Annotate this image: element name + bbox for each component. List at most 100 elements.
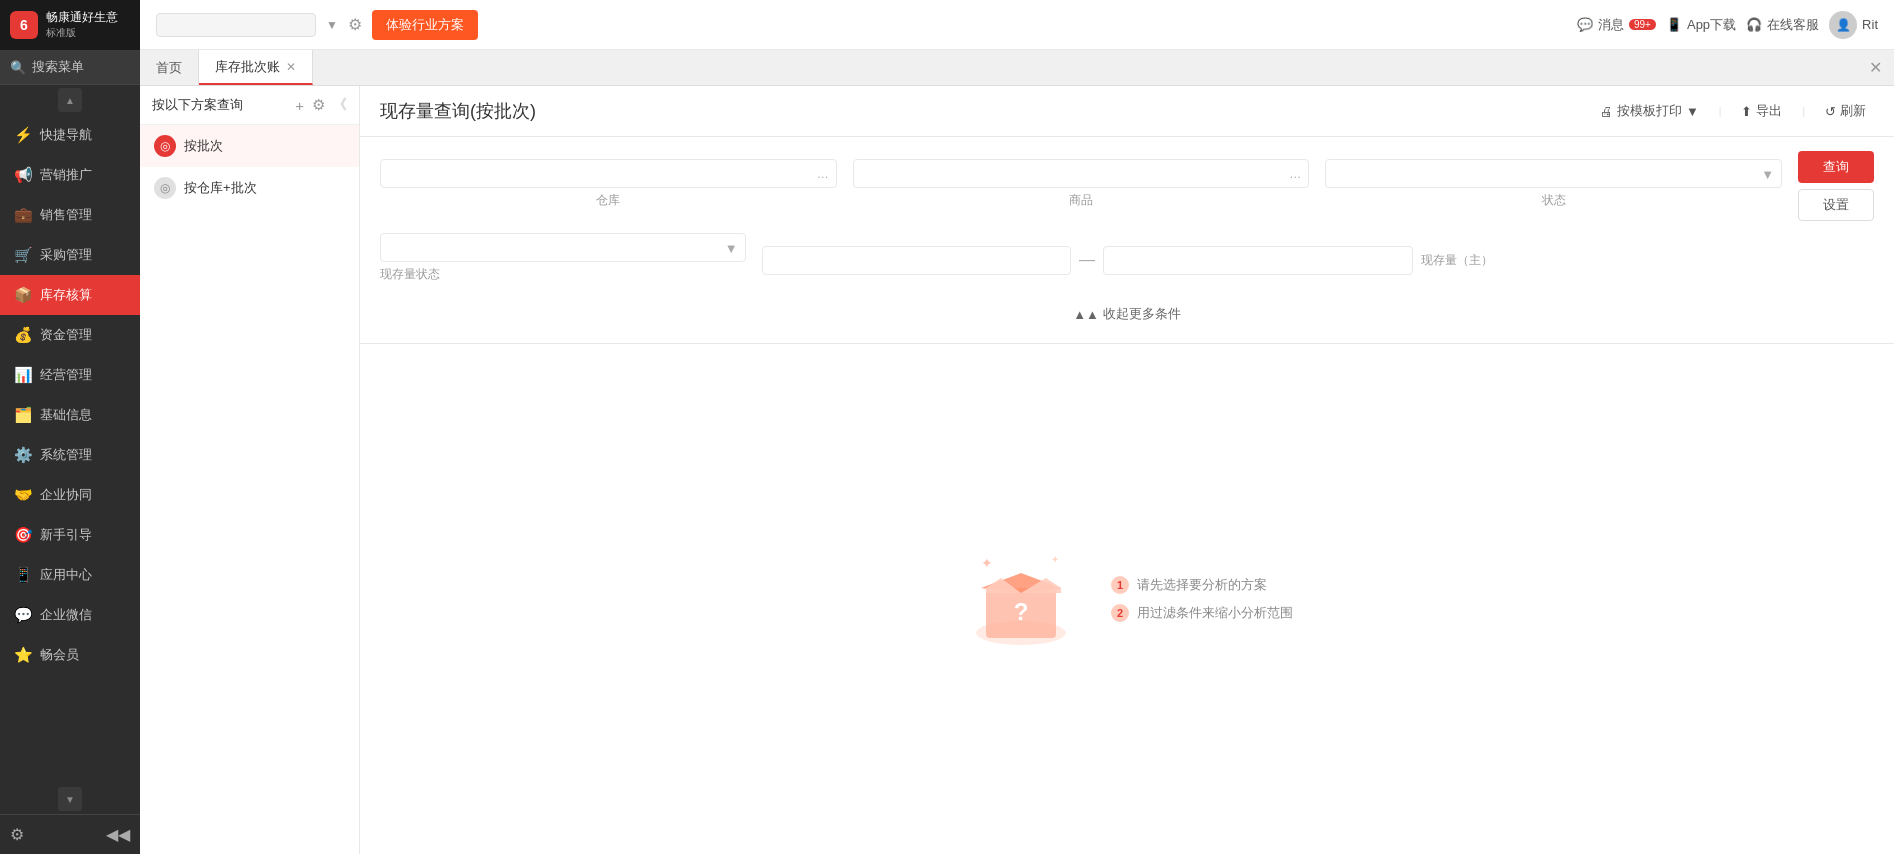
plan-icon-gray: ◎ (154, 177, 176, 199)
sidebar-item-inventory[interactable]: 📦 库存核算 (0, 275, 140, 315)
message-action[interactable]: 💬 消息 99+ (1577, 16, 1656, 34)
goods-ellipsis-icon[interactable]: … (1289, 167, 1301, 181)
sidebar-item-app-center[interactable]: 📱 应用中心 (0, 555, 140, 595)
sidebar-item-vip[interactable]: ⭐ 畅会员 (0, 635, 140, 675)
enterprise-wechat-icon: 💬 (14, 606, 32, 624)
goods-input[interactable] (853, 159, 1310, 188)
app-subtitle: 标准版 (46, 26, 118, 40)
stock-status-select-wrapper: 全部 有库存 无库存 ▼ (380, 233, 746, 262)
topbar-chevron-icon[interactable]: ▼ (326, 18, 338, 32)
print-label: 按模板打印 (1617, 102, 1682, 120)
online-service-label: 在线客服 (1767, 16, 1819, 34)
page-close-button[interactable]: ✕ (1857, 58, 1894, 77)
trial-btn[interactable]: 体验行业方案 (372, 10, 478, 40)
sidebar-label: 企业协同 (40, 486, 92, 504)
topbar-gear-icon[interactable]: ⚙ (348, 15, 362, 34)
collapse-label: 收起更多条件 (1103, 305, 1181, 323)
headset-icon: 🎧 (1746, 17, 1762, 32)
sidebar-label: 新手引导 (40, 526, 92, 544)
tab-batch-account-label: 库存批次账 (215, 58, 280, 76)
print-chevron-icon: ▼ (1686, 104, 1699, 119)
settings-button[interactable]: 设置 (1798, 189, 1874, 221)
online-service-action[interactable]: 🎧 在线客服 (1746, 16, 1819, 34)
tab-home-label: 首页 (156, 59, 182, 77)
user-avatar-area[interactable]: 👤 Rit (1829, 11, 1878, 39)
print-button[interactable]: 🖨 按模板打印 ▼ (1592, 98, 1707, 124)
sidebar-label: 系统管理 (40, 446, 92, 464)
sidebar-label: 应用中心 (40, 566, 92, 584)
main-area: ▼ ⚙ 体验行业方案 💬 消息 99+ 📱 App下载 🎧 在线客服 👤 Rit… (140, 0, 1894, 854)
stock-quantity-range: — 现存量（主） (762, 246, 1493, 275)
warehouse-field: … 仓库 (380, 159, 837, 213)
empty-step-1: 1 请先选择要分析的方案 (1111, 576, 1293, 594)
filter-area: … 仓库 … 商品 (360, 137, 1894, 344)
sidebar-item-finance[interactable]: 💰 资金管理 (0, 315, 140, 355)
collapse-panel-icon[interactable]: 《 (333, 96, 347, 114)
plan-item-by-warehouse-batch[interactable]: ◎ 按仓库+批次 (140, 167, 359, 209)
sidebar-header: 6 畅康通好生意 标准版 (0, 0, 140, 50)
stock-qty-to-field (1103, 246, 1413, 275)
stock-status-select[interactable]: 全部 有库存 无库存 (380, 233, 746, 262)
divider2: | (1802, 106, 1805, 117)
sidebar-item-sales[interactable]: 💼 销售管理 (0, 195, 140, 235)
export-button[interactable]: ⬆ 导出 (1733, 98, 1790, 124)
operation-icon: 📊 (14, 366, 32, 384)
page-header: 现存量查询(按批次) 🖨 按模板打印 ▼ | ⬆ 导出 | ↺ (360, 86, 1894, 137)
divider: | (1719, 106, 1722, 117)
status-select[interactable]: 全部 正常 锁定 (1325, 159, 1782, 188)
refresh-button[interactable]: ↺ 刷新 (1817, 98, 1874, 124)
search-menu[interactable]: 🔍 搜索菜单 (0, 50, 140, 85)
quick-nav-icon: ⚡ (14, 126, 32, 144)
page-title: 现存量查询(按批次) (380, 99, 536, 123)
settings-icon[interactable]: ⚙ (10, 825, 24, 844)
plan-settings-icon[interactable]: ⚙ (312, 96, 325, 114)
collapse-more-button[interactable]: ▲▲ 收起更多条件 (380, 299, 1874, 329)
sidebar-item-system[interactable]: ⚙️ 系统管理 (0, 435, 140, 475)
stock-qty-from-input[interactable] (762, 246, 1072, 275)
sidebar-item-enterprise-wechat[interactable]: 💬 企业微信 (0, 595, 140, 635)
finance-icon: 💰 (14, 326, 32, 344)
print-icon: 🖨 (1600, 104, 1613, 119)
step-number-1: 1 (1111, 576, 1129, 594)
svg-text:?: ? (1014, 598, 1029, 625)
app-download-action[interactable]: 📱 App下载 (1666, 16, 1736, 34)
app-download-icon: 📱 (1666, 17, 1682, 32)
left-panel: 按以下方案查询 + ⚙ 《 ◎ 按批次 ◎ 按仓库+批次 (140, 86, 360, 854)
sidebar-item-purchase[interactable]: 🛒 采购管理 (0, 235, 140, 275)
topbar-search-input[interactable] (156, 13, 316, 37)
add-plan-icon[interactable]: + (295, 97, 304, 114)
content-area: 按以下方案查询 + ⚙ 《 ◎ 按批次 ◎ 按仓库+批次 (140, 86, 1894, 854)
sidebar-label: 库存核算 (40, 286, 92, 304)
sidebar-label: 采购管理 (40, 246, 92, 264)
stock-status-field: 全部 有库存 无库存 ▼ 现存量状态 (380, 233, 746, 287)
plan-item-by-batch[interactable]: ◎ 按批次 (140, 125, 359, 167)
stock-qty-from-field (762, 246, 1072, 275)
sidebar-item-enterprise[interactable]: 🤝 企业协同 (0, 475, 140, 515)
page-header-actions: 🖨 按模板打印 ▼ | ⬆ 导出 | ↺ 刷新 (1592, 98, 1874, 124)
search-menu-label: 搜索菜单 (32, 58, 84, 76)
warehouse-input[interactable] (380, 159, 837, 188)
message-badge: 99+ (1629, 19, 1656, 30)
sidebar-label: 畅会员 (40, 646, 79, 664)
tab-close-icon[interactable]: ✕ (286, 60, 296, 74)
scroll-down-button[interactable]: ▼ (58, 787, 82, 811)
purchase-icon: 🛒 (14, 246, 32, 264)
sidebar-item-quick-nav[interactable]: ⚡ 快捷导航 (0, 115, 140, 155)
inventory-icon: 📦 (14, 286, 32, 304)
sidebar-footer: ⚙ ◀◀ (0, 814, 140, 854)
sidebar-item-marketing[interactable]: 📢 营销推广 (0, 155, 140, 195)
tab-home[interactable]: 首页 (140, 50, 199, 85)
sidebar-item-operation[interactable]: 📊 经营管理 (0, 355, 140, 395)
tab-batch-account[interactable]: 库存批次账 ✕ (199, 50, 313, 85)
export-label: 导出 (1756, 102, 1782, 120)
sidebar-item-newbie[interactable]: 🎯 新手引导 (0, 515, 140, 555)
query-button[interactable]: 查询 (1798, 151, 1874, 183)
stock-qty-to-input[interactable] (1103, 246, 1413, 275)
status-label: 状态 (1325, 188, 1782, 213)
scroll-up-button[interactable]: ▲ (58, 88, 82, 112)
warehouse-ellipsis-icon[interactable]: … (817, 167, 829, 181)
refresh-icon: ↺ (1825, 104, 1836, 119)
collapse-sidebar-icon[interactable]: ◀◀ (106, 825, 130, 844)
sidebar-item-basic[interactable]: 🗂️ 基础信息 (0, 395, 140, 435)
goods-input-wrapper: … (853, 159, 1310, 188)
